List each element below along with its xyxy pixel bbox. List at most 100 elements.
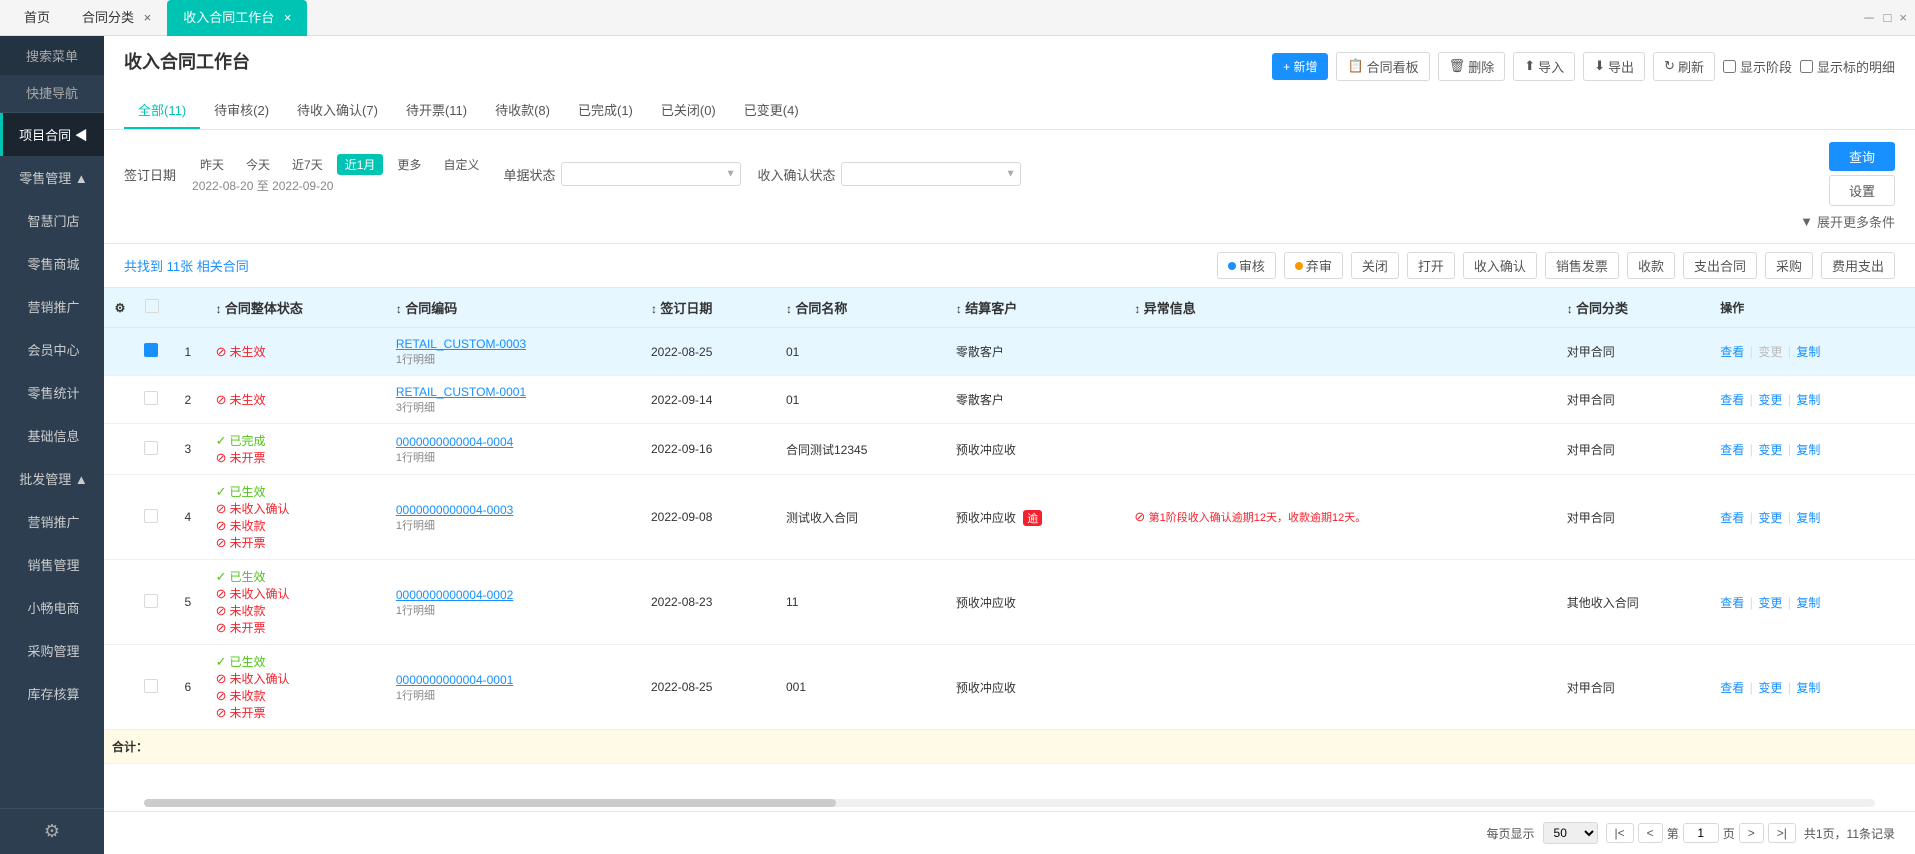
sidebar-item-retail-mall[interactable]: 零售商城	[0, 242, 104, 285]
doc-status-select[interactable]	[561, 162, 741, 186]
show-stage-checkbox[interactable]	[1723, 60, 1736, 73]
cell-check-3[interactable]	[136, 424, 168, 475]
minimize-btn[interactable]: －	[1863, 8, 1876, 27]
sidebar-search[interactable]: 搜索菜单	[0, 36, 104, 75]
show-label-checkbox-label[interactable]: 显示标的明细	[1800, 57, 1895, 76]
page-size-select[interactable]: 50 100 200	[1543, 822, 1598, 844]
op-view-3[interactable]: 查看	[1720, 443, 1744, 457]
op-copy-6[interactable]: 复制	[1796, 681, 1820, 695]
sidebar-item-inventory[interactable]: 库存核算	[0, 672, 104, 715]
op-change-3[interactable]: 变更	[1758, 443, 1782, 457]
sidebar-item-retail-stats[interactable]: 零售统计	[0, 371, 104, 414]
next-page-btn[interactable]: >	[1739, 823, 1764, 843]
refresh-button[interactable]: ↻ 刷新	[1653, 52, 1715, 81]
import-button[interactable]: ⬆ 导入	[1513, 52, 1575, 81]
sidebar-item-wholesale-mgmt[interactable]: 批发管理 ▲	[0, 457, 104, 500]
op-change-4[interactable]: 变更	[1758, 511, 1782, 525]
op-copy-2[interactable]: 复制	[1796, 393, 1820, 407]
tab-pending-review[interactable]: 待审核(2)	[200, 92, 283, 129]
maximize-btn[interactable]: □	[1884, 10, 1892, 25]
last-page-btn[interactable]: >|	[1768, 823, 1796, 843]
sidebar-item-marketing2[interactable]: 营销推广	[0, 500, 104, 543]
close-btn[interactable]: ×	[1899, 10, 1907, 25]
op-view-1[interactable]: 查看	[1720, 345, 1744, 359]
query-button[interactable]: 查询	[1829, 142, 1895, 171]
op-copy-1[interactable]: 复制	[1796, 345, 1820, 359]
contract-board-button[interactable]: 📋 合同看板	[1336, 52, 1429, 81]
op-view-6[interactable]: 查看	[1720, 681, 1744, 695]
th-error-info[interactable]: ↕ 异常信息	[1126, 288, 1558, 328]
review-btn[interactable]: 审核	[1217, 252, 1276, 279]
date-opt-custom[interactable]: 自定义	[435, 154, 487, 175]
op-view-2[interactable]: 查看	[1720, 393, 1744, 407]
scrollbar-track[interactable]	[144, 799, 1875, 807]
cell-check-2[interactable]	[136, 376, 168, 424]
sidebar-item-ecommerce[interactable]: 小畅电商	[0, 586, 104, 629]
date-opt-last1month[interactable]: 近1月	[337, 154, 384, 175]
op-copy-4[interactable]: 复制	[1796, 511, 1820, 525]
th-settle-customer[interactable]: ↕ 结算客户	[948, 288, 1127, 328]
tab-pending-invoice[interactable]: 待开票(11)	[392, 92, 481, 129]
sidebar-item-smart-store[interactable]: 智慧门店	[0, 199, 104, 242]
sidebar-item-member-center[interactable]: 会员中心	[0, 328, 104, 371]
contract-code-link-2[interactable]: RETAIL_CUSTOM-0001	[396, 385, 526, 399]
scrollbar-thumb[interactable]	[144, 799, 836, 807]
expand-filter-button[interactable]: ▼ 展开更多条件	[1800, 212, 1895, 231]
sidebar-item-project-contract[interactable]: 项目合同 ◀	[0, 113, 104, 156]
th-sign-date[interactable]: ↕ 签订日期	[643, 288, 778, 328]
tab-changed[interactable]: 已变更(4)	[730, 92, 813, 129]
cell-check-5[interactable]	[136, 560, 168, 645]
show-stage-checkbox-label[interactable]: 显示阶段	[1723, 57, 1792, 76]
row-checkbox-5[interactable]	[144, 594, 158, 608]
sidebar-item-basic-info[interactable]: 基础信息	[0, 414, 104, 457]
tab-all[interactable]: 全部(11)	[124, 92, 200, 129]
sidebar-item-sales-mgmt[interactable]: 销售管理	[0, 543, 104, 586]
payment-btn[interactable]: 收款	[1627, 252, 1675, 279]
th-gear[interactable]: ⚙	[104, 288, 136, 328]
select-all-checkbox[interactable]	[145, 299, 159, 313]
op-copy-5[interactable]: 复制	[1796, 596, 1820, 610]
tab-completed[interactable]: 已完成(1)	[564, 92, 647, 129]
open-btn[interactable]: 打开	[1407, 252, 1455, 279]
first-page-btn[interactable]: |<	[1606, 823, 1634, 843]
income-confirm-btn[interactable]: 收入确认	[1463, 252, 1537, 279]
sidebar-item-marketing[interactable]: 营销推广	[0, 285, 104, 328]
settings-icon[interactable]: ⚙	[0, 808, 104, 854]
sidebar-item-purchase-mgmt[interactable]: 采购管理	[0, 629, 104, 672]
add-button[interactable]: + 新增	[1272, 53, 1328, 80]
op-change-6[interactable]: 变更	[1758, 681, 1782, 695]
th-contract-code[interactable]: ↕ 合同编码	[388, 288, 643, 328]
tab-contract-category[interactable]: 合同分类 ×	[66, 0, 167, 36]
row-checkbox-1[interactable]	[144, 343, 158, 357]
abandon-btn[interactable]: 弃审	[1284, 252, 1343, 279]
row-checkbox-3[interactable]	[144, 441, 158, 455]
export-button[interactable]: ⬇ 导出	[1583, 52, 1645, 81]
row-checkbox-2[interactable]	[144, 391, 158, 405]
sidebar-item-retail-mgmt[interactable]: 零售管理 ▲	[0, 156, 104, 199]
close-btn[interactable]: 关闭	[1351, 252, 1399, 279]
th-contract-category[interactable]: ↕ 合同分类	[1559, 288, 1713, 328]
tab-closed[interactable]: 已关闭(0)	[647, 92, 730, 129]
date-opt-today[interactable]: 今天	[238, 154, 278, 175]
th-contract-status[interactable]: ↕ 合同整体状态	[208, 288, 388, 328]
sidebar-nav[interactable]: 快捷导航	[0, 75, 104, 113]
contract-code-link-5[interactable]: 0000000000004-0002	[396, 588, 513, 602]
contract-code-link-3[interactable]: 0000000000004-0004	[396, 435, 513, 449]
tab-pending-confirm[interactable]: 待收入确认(7)	[283, 92, 392, 129]
op-change-5[interactable]: 变更	[1758, 596, 1782, 610]
purchase-btn[interactable]: 采购	[1765, 252, 1813, 279]
tab-home[interactable]: 首页	[8, 0, 66, 36]
income-confirm-select[interactable]	[841, 162, 1021, 186]
row-checkbox-6[interactable]	[144, 679, 158, 693]
prev-page-btn[interactable]: <	[1638, 823, 1663, 843]
date-opt-more[interactable]: 更多	[389, 154, 429, 175]
show-label-checkbox[interactable]	[1800, 60, 1813, 73]
tab-income-workbench[interactable]: 收入合同工作台 ×	[167, 0, 307, 36]
date-opt-last7[interactable]: 近7天	[284, 154, 331, 175]
cell-check-4[interactable]	[136, 475, 168, 560]
set-button[interactable]: 设置	[1829, 175, 1895, 206]
row-checkbox-4[interactable]	[144, 509, 158, 523]
op-copy-3[interactable]: 复制	[1796, 443, 1820, 457]
sales-invoice-btn[interactable]: 销售发票	[1545, 252, 1619, 279]
expense-out-btn[interactable]: 支出合同	[1683, 252, 1757, 279]
